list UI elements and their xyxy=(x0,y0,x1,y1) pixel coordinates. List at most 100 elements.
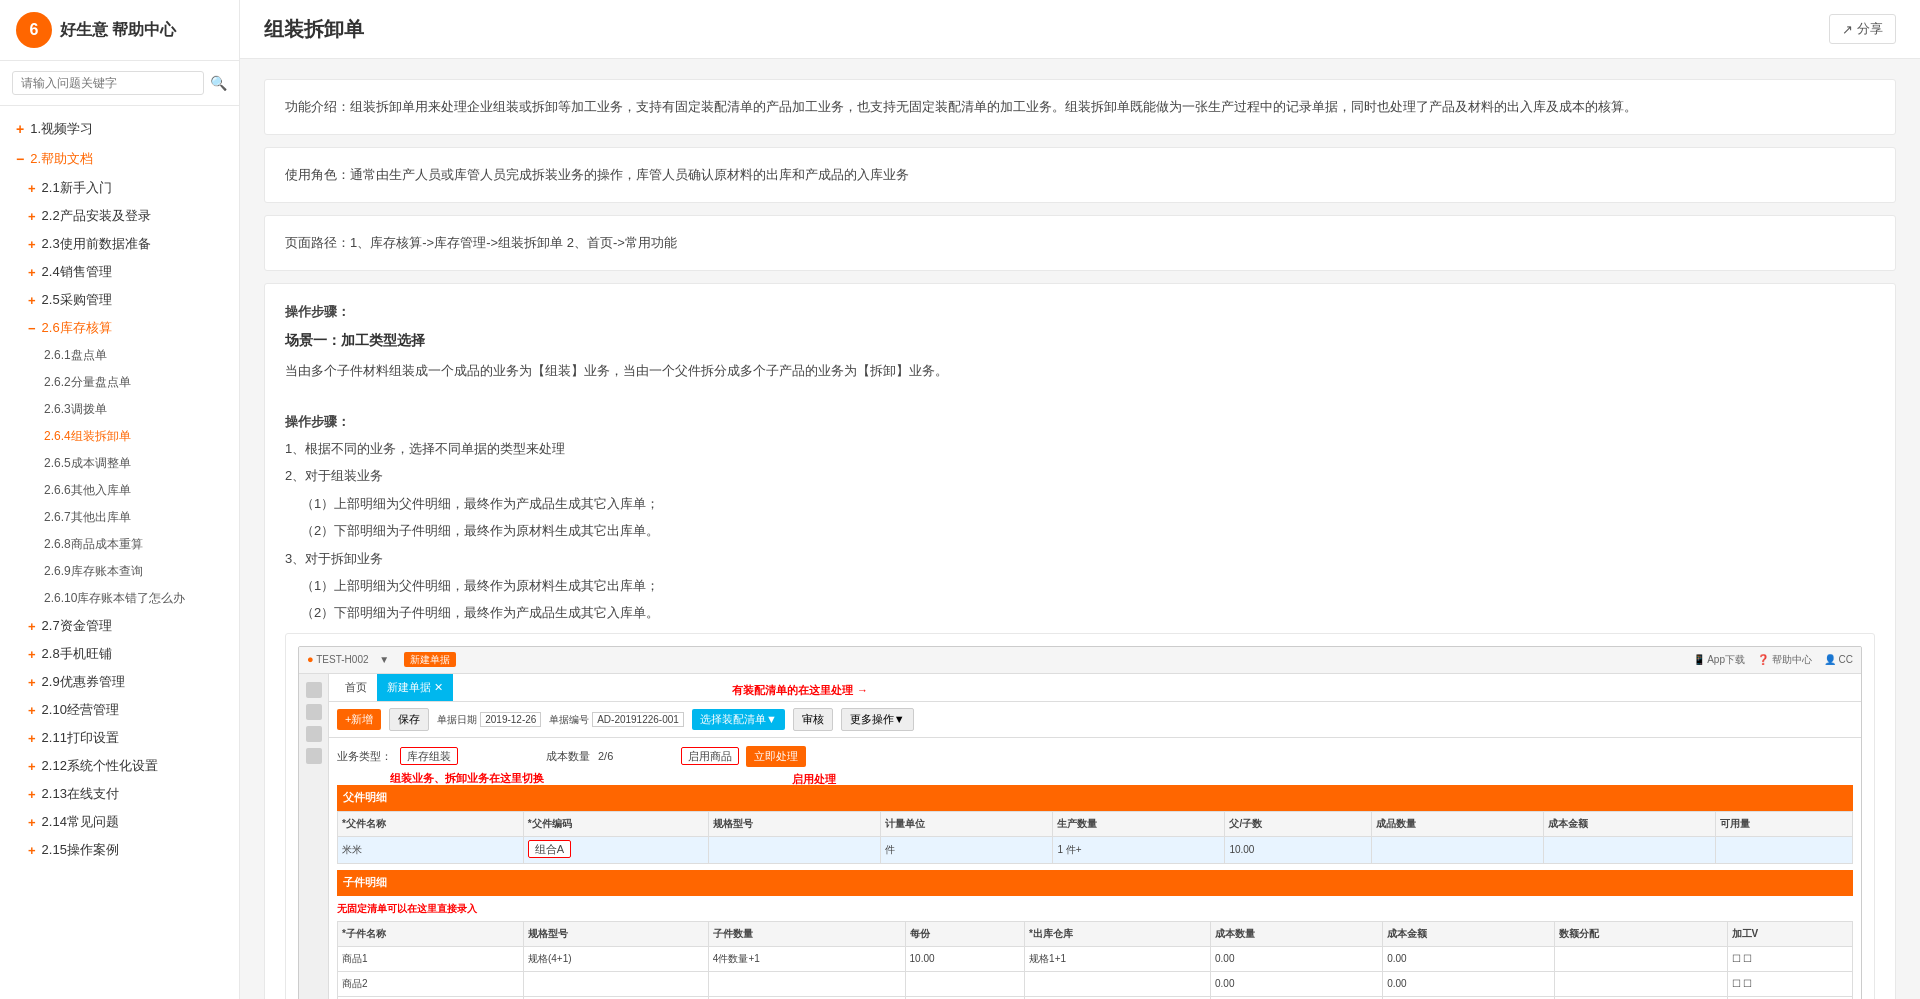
sidebar-item-partial-count[interactable]: 2.6.2分量盘点单 xyxy=(44,369,239,396)
sidebar-item-coupon[interactable]: + 2.9优惠券管理 xyxy=(28,668,239,696)
mock-confirm-btn[interactable]: 立即处理 xyxy=(746,746,806,767)
sidebar-item-mobile[interactable]: + 2.8手机旺铺 xyxy=(28,640,239,668)
step3-1: （1）上部明细为父件明细，最终作为原材料生成其它出库单； xyxy=(285,574,1875,597)
mock-nav-icon-2 xyxy=(306,704,322,720)
label-inventory: 2.6库存核算 xyxy=(42,319,112,337)
upper-col-name: *父件名称 xyxy=(338,812,524,837)
mock-audit-btn[interactable]: 审核 xyxy=(793,708,833,731)
share-button[interactable]: ↗ 分享 xyxy=(1829,14,1896,44)
mock-upper-section-label: 父件明细 xyxy=(337,785,1853,811)
lower-r1-per: 10.00 xyxy=(905,947,1025,972)
lower-r1-name: 商品1 xyxy=(338,947,524,972)
content-area: 功能介绍：组装拆卸单用来处理企业组装或拆卸等加工业务，支持有固定装配清单的产品加… xyxy=(240,59,1920,999)
label-pre-data: 2.3使用前数据准备 xyxy=(42,235,151,253)
step1: 1、根据不同的业务，选择不同单据的类型来处理 xyxy=(285,437,1875,460)
mock-new-btn[interactable]: +新增 xyxy=(337,709,381,730)
sidebar-header: 6 好生意 帮助中心 xyxy=(0,0,239,61)
mock-nav-icon-1 xyxy=(306,682,322,698)
mock-tab-home[interactable]: 首页 xyxy=(335,674,377,702)
lower-r1-alloc xyxy=(1555,947,1727,972)
upper-col-finish-qty: 成品数量 xyxy=(1372,812,1544,837)
minus-icon-inventory: − xyxy=(28,321,36,336)
annotation2-label: 组装业务、拆卸业务在这里切换 xyxy=(390,769,544,789)
step2-1: （1）上部明细为父件明细，最终作为产成品生成其它入库单； xyxy=(285,492,1875,515)
lower-col-qty: 每份 xyxy=(905,922,1025,947)
lower-r1-wh: 规格1+1 xyxy=(1025,947,1211,972)
lower-r2-per xyxy=(905,972,1025,997)
mock-nav-icon-3 xyxy=(306,726,322,742)
mock-help-icon: ❓ 帮助中心 xyxy=(1757,651,1812,669)
sidebar-item-cost-recalc[interactable]: 2.6.8商品成本重算 xyxy=(44,531,239,558)
share-icon: ↗ xyxy=(1842,22,1853,37)
mock-tab-new-order[interactable]: 新建单据 ✕ xyxy=(377,674,453,702)
sidebar-item-capital[interactable]: + 2.7资金管理 xyxy=(28,612,239,640)
sidebar-item-cases[interactable]: + 2.15操作案例 xyxy=(28,836,239,864)
lower-r2-wh xyxy=(1025,972,1211,997)
sidebar-item-new-user[interactable]: + 2.1新手入门 xyxy=(28,174,239,202)
upper-cell-ratio: 10.00 xyxy=(1225,837,1372,864)
step2-2: （2）下部明细为子件明细，最终作为原材料生成其它出库单。 xyxy=(285,519,1875,542)
lower-r1-cost-qty: 0.00 xyxy=(1211,947,1383,972)
sidebar-item-inventory[interactable]: − 2.6库存核算 xyxy=(28,314,239,342)
sidebar-item-stock-query[interactable]: 2.6.9库存账本查询 xyxy=(44,558,239,585)
mock-biz-type-value[interactable]: 库存组装 xyxy=(400,747,458,765)
mock-qty-label: 成本数量 xyxy=(546,747,590,767)
mock-screenshot: ● TEST-H002 ▼ 新建单据 📱 App下载 ❓ 帮助中心 👤 CC xyxy=(298,646,1862,999)
sidebar-item-other-out[interactable]: 2.6.7其他出库单 xyxy=(44,504,239,531)
sidebar-item-videos[interactable]: + 1.视频学习 xyxy=(0,114,239,144)
search-input[interactable] xyxy=(12,71,204,95)
sidebar-item-help-docs[interactable]: − 2.帮助文档 xyxy=(0,144,239,174)
sidebar-item-stock-count[interactable]: 2.6.1盘点单 xyxy=(44,342,239,369)
mock-order-no-field: 单据编号 AD-20191226-001 xyxy=(549,711,684,729)
sidebar-item-pre-data[interactable]: + 2.3使用前数据准备 xyxy=(28,230,239,258)
main-header: 组装拆卸单 ↗ 分享 xyxy=(240,0,1920,59)
lower-col-warehouse: *出库仓库 xyxy=(1025,922,1211,947)
lower-r2-v: ☐ ☐ xyxy=(1727,972,1852,997)
sidebar-item-assembly[interactable]: 2.6.4组装拆卸单 xyxy=(44,423,239,450)
label-install: 2.2产品安装及登录 xyxy=(42,207,151,225)
mock-date-field: 单据日期 2019-12-26 xyxy=(437,711,541,729)
label-faq: 2.14常见问题 xyxy=(42,813,119,831)
search-button[interactable]: 🔍 xyxy=(210,75,227,91)
mock-enable-input[interactable]: 启用商品 xyxy=(681,747,739,765)
sidebar-item-sales[interactable]: + 2.4销售管理 xyxy=(28,258,239,286)
upper-col-cost: 成本金额 xyxy=(1544,812,1716,837)
sidebar-item-stock-error[interactable]: 2.6.10库存账本错了怎么办 xyxy=(44,585,239,612)
lower-r2-alloc xyxy=(1555,972,1727,997)
scene1-title: 场景一：加工类型选择 xyxy=(285,328,1875,353)
sidebar-item-install-login[interactable]: + 2.2产品安装及登录 xyxy=(28,202,239,230)
sidebar-item-purchase[interactable]: + 2.5采购管理 xyxy=(28,286,239,314)
mock-lower-section-label: 子件明细 xyxy=(337,870,1853,896)
plus-icon-sales: + xyxy=(28,265,36,280)
nav-section-videos: + 1.视频学习 xyxy=(0,114,239,144)
role-card: 使用角色：通常由生产人员或库管人员完成拆装业务的操作，库管人员确认原材料的出库和… xyxy=(264,147,1896,203)
sidebar-item-other-in[interactable]: 2.6.6其他入库单 xyxy=(44,477,239,504)
lower-r2-cost-qty: 0.00 xyxy=(1211,972,1383,997)
mock-sidebar-mini xyxy=(299,674,329,999)
minus-icon: − xyxy=(16,151,24,167)
lower-r1-cost-amt: 0.00 xyxy=(1383,947,1555,972)
mock-save-btn[interactable]: 保存 xyxy=(389,708,429,731)
sidebar-item-cost-adjust[interactable]: 2.6.5成本调整单 xyxy=(44,450,239,477)
intro-card: 功能介绍：组装拆卸单用来处理企业组装或拆卸等加工业务，支持有固定装配清单的产品加… xyxy=(264,79,1896,135)
lower-col-alloc: 数额分配 xyxy=(1555,922,1727,947)
mock-main-area: 首页 新建单据 ✕ +新增 保存 单据日期 2019-12-26 单据编号 AD… xyxy=(329,674,1861,999)
upper-cell-name: 米米 xyxy=(338,837,524,864)
mock-select-bom-btn[interactable]: 选择装配清单▼ xyxy=(692,709,785,730)
label-system-config: 2.12系统个性化设置 xyxy=(42,757,158,775)
mock-more-btn[interactable]: 更多操作▼ xyxy=(841,708,914,731)
table-row: 商品1 规格(4+1) 4件数量+1 10.00 规格1+1 0.00 0.00 xyxy=(338,947,1853,972)
sidebar-item-transfer[interactable]: 2.6.3调拨单 xyxy=(44,396,239,423)
sidebar-item-faq[interactable]: + 2.14常见问题 xyxy=(28,808,239,836)
mock-enable-area: 启用商品 启用处理 立即处理 xyxy=(681,746,806,767)
sidebar-item-print[interactable]: + 2.11打印设置 xyxy=(28,724,239,752)
sidebar-item-ops[interactable]: + 2.10经营管理 xyxy=(28,696,239,724)
path-card: 页面路径：1、库存核算->库存管理->组装拆卸单 2、首页->常用功能 xyxy=(264,215,1896,271)
plus-icon-pre-data: + xyxy=(28,237,36,252)
upper-cell-code-input[interactable]: 组合A xyxy=(528,840,571,858)
plus-icon: + xyxy=(16,121,24,137)
sidebar-item-online-pay[interactable]: + 2.13在线支付 xyxy=(28,780,239,808)
lower-col-name: *子件名称 xyxy=(338,922,524,947)
sidebar-item-system-config[interactable]: + 2.12系统个性化设置 xyxy=(28,752,239,780)
nav-tree: + 1.视频学习 − 2.帮助文档 + 2.1新手入门 + 2.2产品安装及登录 xyxy=(0,106,239,999)
